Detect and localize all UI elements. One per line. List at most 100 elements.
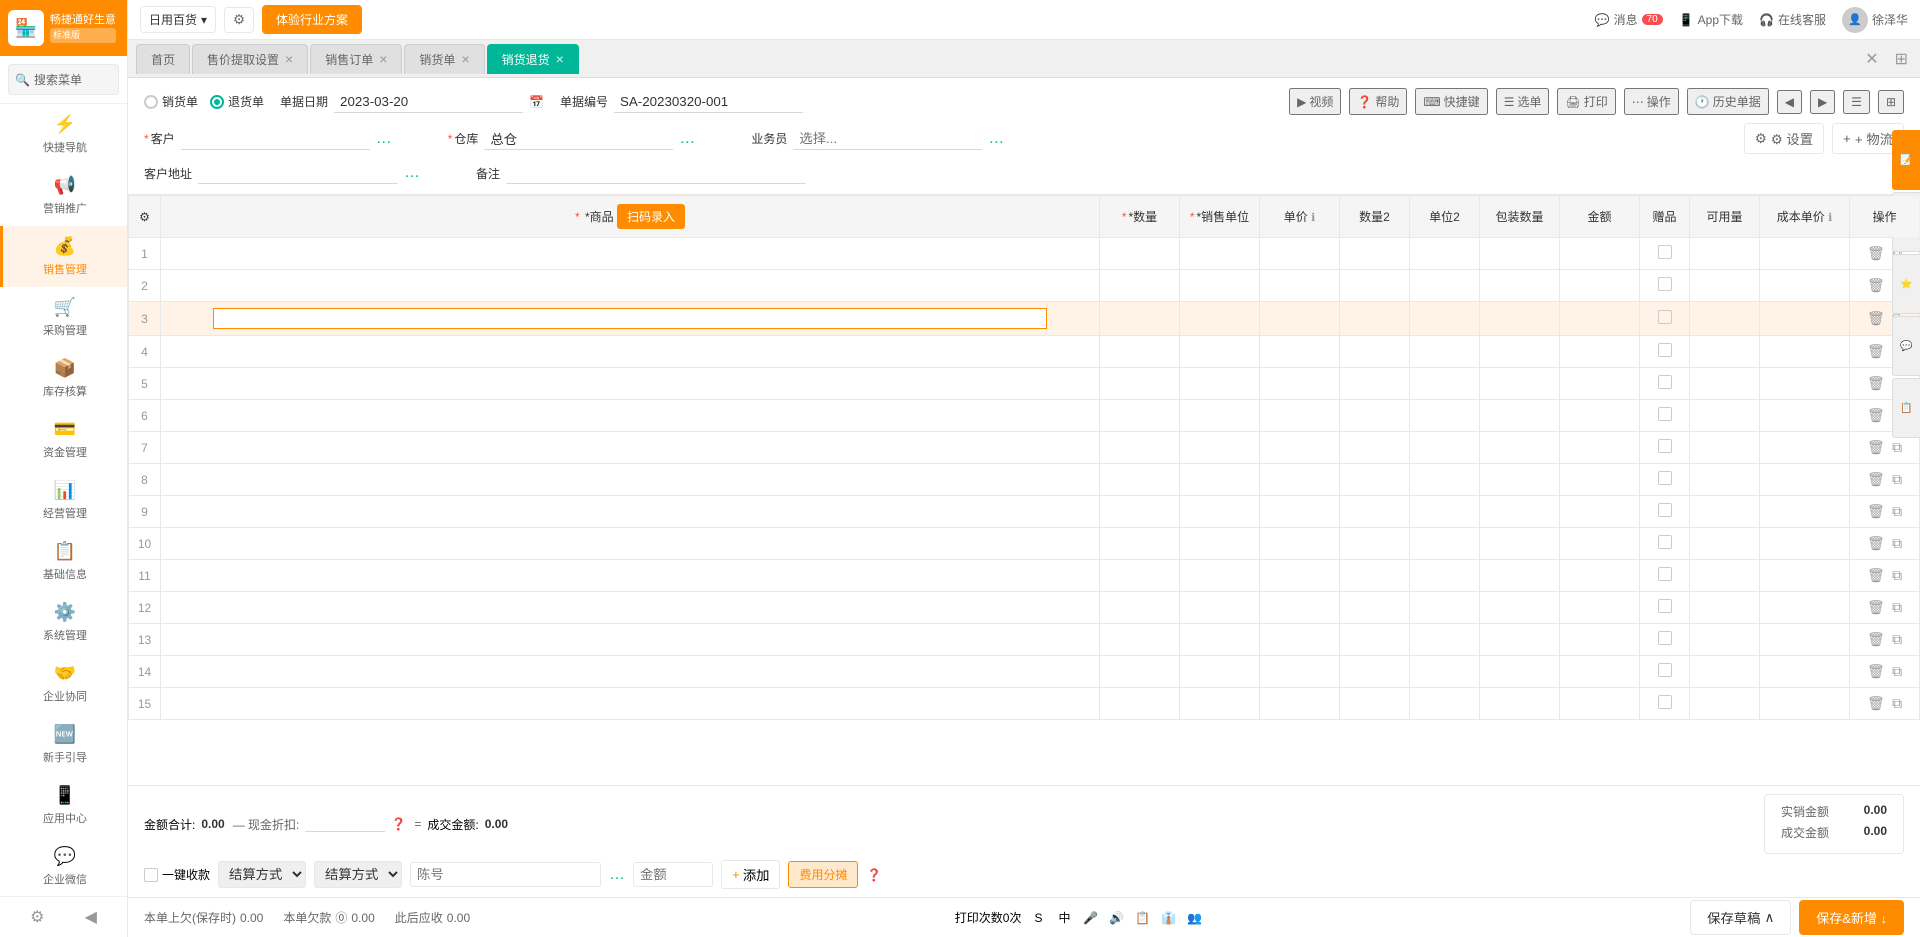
gift-checkbox-11[interactable] xyxy=(1658,567,1672,581)
qty2-cell-7[interactable] xyxy=(1340,432,1410,464)
delete-row-14-icon[interactable]: 🗑 xyxy=(1867,663,1885,679)
unit2-cell-12[interactable] xyxy=(1410,592,1480,624)
help-button[interactable]: ❓ 帮助 xyxy=(1349,88,1407,115)
topbar-settings-button[interactable]: ⚙ xyxy=(224,7,254,33)
footer-tool-7[interactable]: 👥 xyxy=(1183,907,1205,929)
close-sales-delivery-tab[interactable]: × xyxy=(461,52,469,66)
product-cell-15[interactable] xyxy=(161,688,1100,720)
qty-cell-3[interactable] xyxy=(1100,302,1180,336)
collapse-sidebar-icon[interactable]: ◀ xyxy=(85,907,97,927)
sidebar-item-finance[interactable]: 💳 资金管理 xyxy=(0,409,127,470)
available-cell-7[interactable] xyxy=(1690,432,1760,464)
sidebar-item-system[interactable]: ⚙️ 系统管理 xyxy=(0,592,127,653)
unit2-cell-1[interactable] xyxy=(1410,238,1480,270)
cost-cell-15[interactable] xyxy=(1760,688,1850,720)
gift-checkbox-10[interactable] xyxy=(1658,535,1672,549)
delete-row-11-icon[interactable]: 🗑 xyxy=(1867,567,1885,583)
pack-cell-15[interactable] xyxy=(1480,688,1560,720)
delete-row-7-icon[interactable]: 🗑 xyxy=(1867,439,1885,455)
unit2-cell-2[interactable] xyxy=(1410,270,1480,302)
qty2-cell-13[interactable] xyxy=(1340,624,1410,656)
close-all-tabs-icon[interactable]: ✕ xyxy=(1861,45,1882,73)
gift-checkbox-13[interactable] xyxy=(1658,631,1672,645)
amount-cell-5[interactable] xyxy=(1560,368,1640,400)
product-cell-1[interactable] xyxy=(161,238,1100,270)
unit2-cell-15[interactable] xyxy=(1410,688,1480,720)
amount-cell-4[interactable] xyxy=(1560,336,1640,368)
add-payment-button[interactable]: + 添加 xyxy=(721,860,780,889)
amount-cell-11[interactable] xyxy=(1560,560,1640,592)
gift-checkbox-15[interactable] xyxy=(1658,695,1672,709)
qty2-cell-5[interactable] xyxy=(1340,368,1410,400)
gift-checkbox-6[interactable] xyxy=(1658,407,1672,421)
salesperson-select-icon[interactable]: … xyxy=(988,130,1004,148)
close-sales-return-tab[interactable]: × xyxy=(556,52,564,66)
close-sales-order-tab[interactable]: × xyxy=(379,52,387,66)
gift-cell-3[interactable] xyxy=(1640,302,1690,336)
sidebar-item-wechat[interactable]: 💬 企业微信 xyxy=(0,836,127,896)
right-panel-copy-btn[interactable]: 📋 xyxy=(1892,378,1920,438)
gift-cell-11[interactable] xyxy=(1640,560,1690,592)
cost-cell-11[interactable] xyxy=(1760,560,1850,592)
available-cell-5[interactable] xyxy=(1690,368,1760,400)
history-orders-button[interactable]: 🕐 历史单据 xyxy=(1687,88,1769,115)
gift-cell-10[interactable] xyxy=(1640,528,1690,560)
available-cell-10[interactable] xyxy=(1690,528,1760,560)
right-panel-edit-btn[interactable]: 📝 xyxy=(1892,130,1920,190)
product-cell-7[interactable] xyxy=(161,432,1100,464)
gift-cell-8[interactable] xyxy=(1640,464,1690,496)
qty-cell-6[interactable] xyxy=(1100,400,1180,432)
available-cell-11[interactable] xyxy=(1690,560,1760,592)
product-cell-11[interactable] xyxy=(161,560,1100,592)
user-profile-button[interactable]: 👤 徐泽华 xyxy=(1842,7,1908,33)
qty2-cell-11[interactable] xyxy=(1340,560,1410,592)
gift-cell-12[interactable] xyxy=(1640,592,1690,624)
cost-cell-3[interactable] xyxy=(1760,302,1850,336)
customer-select-icon[interactable]: … xyxy=(376,130,392,148)
unit-cell-5[interactable] xyxy=(1180,368,1260,400)
delete-row-2-icon[interactable]: 🗑 xyxy=(1867,277,1885,293)
save-and-new-button[interactable]: 保存&新增 ↓ xyxy=(1799,900,1904,935)
search-menu-button[interactable]: 🔍 搜索菜单 xyxy=(8,64,119,95)
sidebar-item-guide[interactable]: 🆕 新手引导 xyxy=(0,714,127,775)
cost-cell-8[interactable] xyxy=(1760,464,1850,496)
price-cell-15[interactable] xyxy=(1260,688,1340,720)
copy-row-7-icon[interactable]: ⧉ xyxy=(1892,439,1902,455)
footer-tool-1[interactable]: S xyxy=(1027,907,1049,929)
amount-cell-6[interactable] xyxy=(1560,400,1640,432)
operation-button[interactable]: ⋯ 操作 xyxy=(1624,88,1679,115)
copy-row-10-icon[interactable]: ⧉ xyxy=(1892,535,1902,551)
available-cell-14[interactable] xyxy=(1690,656,1760,688)
address-input[interactable] xyxy=(198,162,398,184)
qty-cell-10[interactable] xyxy=(1100,528,1180,560)
copy-row-14-icon[interactable]: ⧉ xyxy=(1892,663,1902,679)
amount-cell-8[interactable] xyxy=(1560,464,1640,496)
shortcut-button[interactable]: ⌨ 快捷键 xyxy=(1415,88,1487,115)
tab-price-settings[interactable]: 售价提取设置 × xyxy=(192,44,308,74)
scan-input-button[interactable]: 扫码录入 xyxy=(617,204,685,229)
industry-select[interactable]: 日用百货 ▾ xyxy=(140,6,216,33)
customer-input[interactable] xyxy=(181,128,370,150)
amount-cell-7[interactable] xyxy=(1560,432,1640,464)
warehouse-select-icon[interactable]: … xyxy=(679,130,695,148)
delete-row-8-icon[interactable]: 🗑 xyxy=(1867,471,1885,487)
unit-cell-1[interactable] xyxy=(1180,238,1260,270)
price-cell-4[interactable] xyxy=(1260,336,1340,368)
cost-cell-12[interactable] xyxy=(1760,592,1850,624)
product-cell-5[interactable] xyxy=(161,368,1100,400)
unit-cell-15[interactable] xyxy=(1180,688,1260,720)
gift-checkbox-12[interactable] xyxy=(1658,599,1672,613)
pack-cell-14[interactable] xyxy=(1480,656,1560,688)
product-cell-2[interactable] xyxy=(161,270,1100,302)
available-cell-9[interactable] xyxy=(1690,496,1760,528)
unit2-cell-11[interactable] xyxy=(1410,560,1480,592)
sidebar-item-appstore[interactable]: 📱 应用中心 xyxy=(0,775,127,836)
delete-row-12-icon[interactable]: 🗑 xyxy=(1867,599,1885,615)
date-input[interactable] xyxy=(334,91,523,113)
delete-row-1-icon[interactable]: 🗑 xyxy=(1867,245,1885,261)
qty-cell-2[interactable] xyxy=(1100,270,1180,302)
price-cell-13[interactable] xyxy=(1260,624,1340,656)
qty-cell-13[interactable] xyxy=(1100,624,1180,656)
unit2-cell-14[interactable] xyxy=(1410,656,1480,688)
copy-row-8-icon[interactable]: ⧉ xyxy=(1892,471,1902,487)
